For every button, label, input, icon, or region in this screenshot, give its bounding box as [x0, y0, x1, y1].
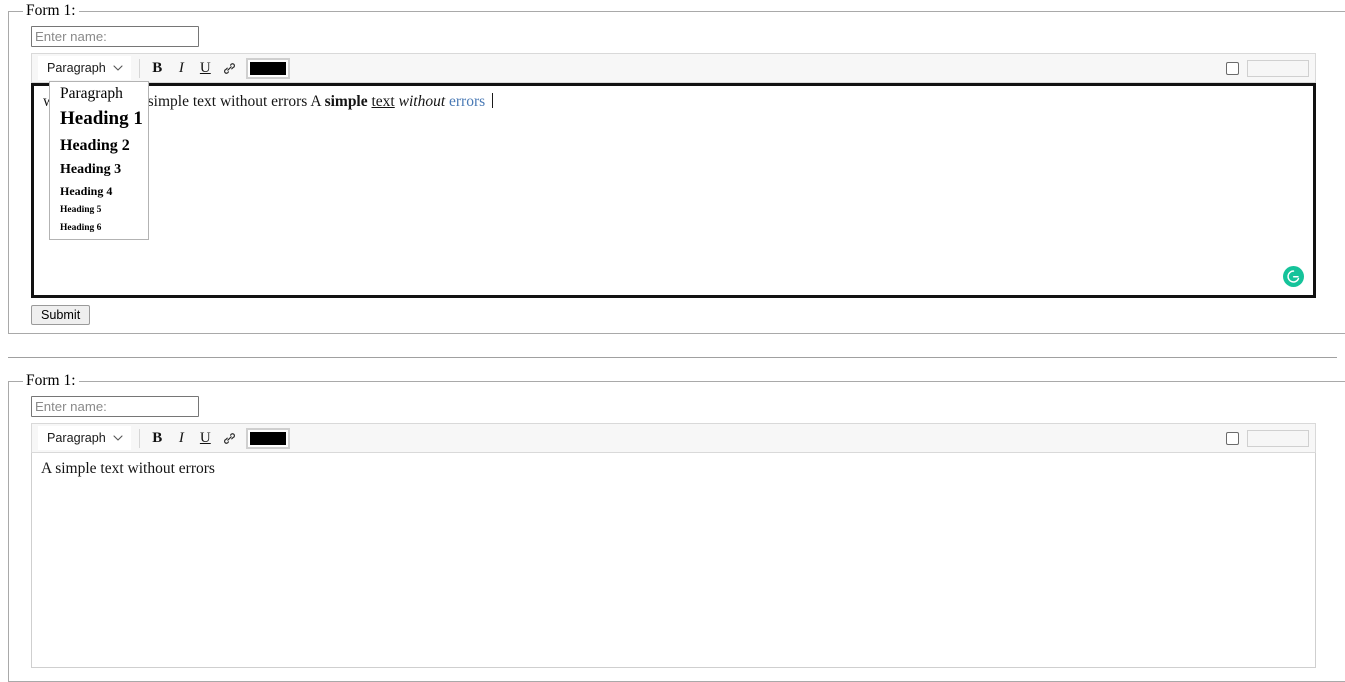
style-option-heading-6[interactable]: Heading 6	[50, 222, 148, 235]
toolbar-divider	[138, 58, 140, 78]
editor-text-2: A simple text without errors	[41, 460, 215, 477]
toolbar-checkbox[interactable]	[1226, 61, 1239, 75]
form-1-fieldset: Form 1: Paragraph B I U	[8, 2, 1345, 334]
bold-button[interactable]: B	[148, 57, 167, 79]
editor-text-underline: text	[371, 93, 395, 110]
editor-content-area-2[interactable]: A simple text without errors	[31, 453, 1316, 668]
underline-button[interactable]: U	[196, 57, 215, 79]
style-option-heading-2[interactable]: Heading 2	[50, 136, 148, 157]
text-color-button-2[interactable]	[245, 427, 290, 449]
italic-button[interactable]: I	[172, 57, 191, 79]
style-select-value: Paragraph	[47, 61, 106, 75]
submit-button[interactable]: Submit	[31, 305, 91, 325]
style-select-2[interactable]: Paragraph	[38, 426, 131, 450]
italic-button-2[interactable]: I	[172, 427, 191, 449]
editor-toolbar-2: Paragraph B I U	[31, 423, 1316, 453]
underline-button-2[interactable]: U	[196, 427, 215, 449]
grammarly-badge-icon[interactable]	[1283, 266, 1304, 287]
editor-toolbar: Paragraph B I U	[31, 53, 1316, 83]
color-swatch-fill	[249, 431, 286, 445]
name-input-2[interactable]	[31, 396, 199, 417]
link-icon[interactable]	[220, 57, 239, 79]
chevron-down-icon	[113, 433, 123, 442]
editor-content-area[interactable]: without errors A simple text without err…	[31, 83, 1316, 298]
style-option-paragraph[interactable]: Paragraph	[50, 84, 148, 104]
style-select-dropdown[interactable]: Paragraph Heading 1 Heading 2 Heading 3 …	[49, 81, 149, 240]
editor-text-bold: simple	[324, 93, 368, 110]
style-option-heading-1[interactable]: Heading 1	[50, 107, 148, 131]
toolbar-checkbox-2[interactable]	[1226, 431, 1239, 445]
toolbar-text-input[interactable]	[1247, 59, 1309, 77]
name-input[interactable]	[31, 26, 199, 47]
form-1-legend: Form 1:	[26, 2, 76, 19]
rich-text-editor: Paragraph B I U without errors A simple …	[31, 53, 1316, 298]
rich-text-editor-2: Paragraph B I U A simple text without er…	[31, 423, 1316, 668]
toolbar-right-group-2	[1226, 429, 1309, 447]
toolbar-right-group	[1226, 59, 1309, 77]
form-2-fieldset: Form 1: Paragraph B I U	[8, 372, 1345, 682]
style-select-value-2: Paragraph	[47, 431, 106, 445]
text-caret	[492, 93, 494, 108]
style-option-heading-3[interactable]: Heading 3	[50, 161, 148, 180]
link-icon[interactable]	[220, 427, 239, 449]
toolbar-divider	[138, 428, 140, 448]
editor-text-italic: without	[398, 93, 446, 110]
style-select[interactable]: Paragraph	[38, 56, 131, 80]
form-2-legend: Form 1:	[26, 372, 76, 389]
bold-button-2[interactable]: B	[148, 427, 167, 449]
editor-text-colored: errors	[449, 93, 486, 110]
color-swatch-fill	[249, 61, 286, 75]
style-option-heading-5[interactable]: Heading 5	[50, 204, 148, 217]
page-separator	[8, 357, 1337, 358]
style-option-heading-4[interactable]: Heading 4	[50, 183, 148, 199]
text-color-button[interactable]	[245, 57, 290, 79]
chevron-down-icon	[113, 63, 123, 72]
toolbar-text-input-2[interactable]	[1247, 429, 1309, 447]
